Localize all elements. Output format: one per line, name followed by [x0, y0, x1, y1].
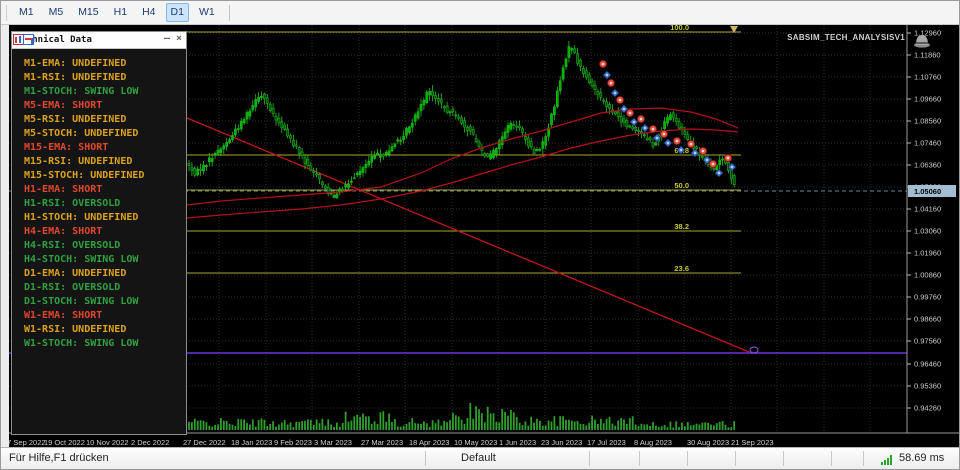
svg-text:10 May 2023: 10 May 2023	[454, 438, 497, 447]
toolbar-grip[interactable]	[6, 4, 7, 21]
svg-text:19 Oct 2022: 19 Oct 2022	[44, 438, 85, 447]
indicator-row-h4-rsi: H4-RSI: OVERSOLD	[24, 240, 121, 251]
status-divider	[783, 451, 784, 466]
indicator-row-h4-stoch: H4-STOCH: SWING LOW	[24, 254, 139, 265]
toolbar-separator	[228, 4, 230, 21]
svg-text:0.99760: 0.99760	[914, 293, 941, 302]
indicator-row-m1-rsi: M1-RSI: UNDEFINED	[24, 72, 127, 83]
indicator-row-w1-ema: W1-EMA: SHORT	[24, 310, 103, 321]
timeframe-button-h4[interactable]: H4	[137, 3, 160, 22]
status-divider	[589, 451, 590, 466]
svg-text:38.2: 38.2	[674, 222, 689, 231]
svg-text:27 Dec 2022: 27 Dec 2022	[183, 438, 226, 447]
svg-text:0.94260: 0.94260	[914, 404, 941, 413]
indicator-row-h4-ema: H4-EMA: SHORT	[24, 226, 103, 237]
indicator-row-h1-rsi: H1-RSI: OVERSOLD	[24, 198, 121, 209]
timeframe-button-m1[interactable]: M1	[14, 3, 39, 22]
svg-text:1.12960: 1.12960	[914, 29, 941, 38]
svg-text:50.0: 50.0	[674, 181, 689, 190]
panel-titlebar[interactable]: Technical Data – ×	[12, 32, 186, 49]
svg-text:1.08560: 1.08560	[914, 117, 941, 126]
status-divider	[687, 451, 688, 466]
indicator-row-d1-rsi: D1-RSI: OVERSOLD	[24, 282, 121, 293]
indicator-row-m1-stoch: M1-STOCH: SWING LOW	[24, 86, 139, 97]
indicator-row-m5-ema: M5-EMA: SHORT	[24, 100, 103, 111]
indicator-row-m15-stoch: M15-STOCH: UNDEFINED	[24, 170, 145, 181]
svg-text:0.98660: 0.98660	[914, 315, 941, 324]
status-latency: 58.69 ms	[899, 452, 945, 464]
svg-text:23.6: 23.6	[674, 264, 689, 273]
status-bar: Für Hilfe,F1 drücken Default 58.69 ms	[1, 447, 959, 469]
status-divider	[425, 451, 426, 466]
indicator-row-d1-ema: D1-EMA: UNDEFINED	[24, 268, 127, 279]
status-divider	[831, 451, 832, 466]
svg-text:1.07460: 1.07460	[914, 139, 941, 148]
timeframe-button-h1[interactable]: H1	[109, 3, 132, 22]
current-price-value: 1.05060	[914, 187, 941, 196]
svg-text:8 Aug 2023: 8 Aug 2023	[634, 438, 672, 447]
timeframe-button-m15[interactable]: M15	[73, 3, 103, 22]
svg-text:1.06360: 1.06360	[914, 161, 941, 170]
indicator-row-w1-stoch: W1-STOCH: SWING LOW	[24, 338, 139, 349]
svg-text:17 Jul 2023: 17 Jul 2023	[587, 438, 626, 447]
svg-text:21 Sep 2023: 21 Sep 2023	[731, 438, 774, 447]
svg-text:9 Feb 2023: 9 Feb 2023	[274, 438, 312, 447]
indicator-row-d1-stoch: D1-STOCH: SWING LOW	[24, 296, 139, 307]
close-icon[interactable]: ×	[176, 31, 182, 47]
svg-text:100.0: 100.0	[670, 25, 689, 32]
indicator-row-m15-rsi: M15-RSI: UNDEFINED	[24, 156, 133, 167]
indicator-row-w1-rsi: W1-RSI: UNDEFINED	[24, 324, 127, 335]
svg-text:18 Apr 2023: 18 Apr 2023	[409, 438, 449, 447]
svg-text:27 Mar 2023: 27 Mar 2023	[361, 438, 403, 447]
svg-text:1.00860: 1.00860	[914, 271, 941, 280]
svg-text:27 Sep 2022: 27 Sep 2022	[9, 438, 46, 447]
indicator-row-m5-rsi: M5-RSI: UNDEFINED	[24, 114, 127, 125]
svg-text:1.10760: 1.10760	[914, 73, 941, 82]
svg-text:1.03060: 1.03060	[914, 227, 941, 236]
svg-text:1.01960: 1.01960	[914, 249, 941, 258]
indicator-row-m5-stoch: M5-STOCH: UNDEFINED	[24, 128, 139, 139]
svg-text:2 Dec 2022: 2 Dec 2022	[131, 438, 169, 447]
svg-text:1 Jun 2023: 1 Jun 2023	[499, 438, 536, 447]
status-profile[interactable]: Default	[461, 452, 496, 464]
svg-text:1.04160: 1.04160	[914, 205, 941, 214]
status-divider	[863, 451, 864, 466]
status-divider	[639, 451, 640, 466]
ea-name-label: SABSIM_TECH_ANALYSISV1	[787, 33, 905, 42]
indicator-row-h1-ema: H1-EMA: SHORT	[24, 184, 103, 195]
technical-data-panel[interactable]: Technical Data – × M1-EMA: UNDEFINED M1-R…	[11, 31, 187, 435]
indicator-row-m1-ema: M1-EMA: UNDEFINED	[24, 58, 127, 69]
timeframe-button-d1[interactable]: D1	[165, 3, 189, 22]
chart-doc-icon	[23, 34, 34, 45]
indicator-row-h1-stoch: H1-STOCH: UNDEFINED	[24, 212, 139, 223]
indicator-row-m15-ema: M15-EMA: SHORT	[24, 142, 109, 153]
svg-text:0.96460: 0.96460	[914, 360, 941, 369]
time-axis[interactable]: 27 Sep 202219 Oct 202210 Nov 20222 Dec 2…	[9, 438, 774, 447]
svg-text:23 Jun 2023: 23 Jun 2023	[541, 438, 582, 447]
svg-text:0.95360: 0.95360	[914, 382, 941, 391]
connection-signal-icon	[881, 455, 895, 465]
timeframe-button-m5[interactable]: M5	[44, 3, 69, 22]
terminal-window: M1M5M15H1H4D1W1 100.061.850.038.223.61.1…	[0, 0, 960, 470]
svg-text:0.97560: 0.97560	[914, 337, 941, 346]
svg-text:1.11860: 1.11860	[914, 51, 941, 60]
svg-text:3 Mar 2023: 3 Mar 2023	[314, 438, 352, 447]
panel-body: M1-EMA: UNDEFINED M1-RSI: UNDEFINED M1-STO…	[12, 49, 186, 351]
status-help-text: Für Hilfe,F1 drücken	[9, 452, 109, 464]
minimize-icon[interactable]: –	[164, 31, 170, 47]
status-divider	[735, 451, 736, 466]
svg-text:18 Jan 2023: 18 Jan 2023	[231, 438, 272, 447]
svg-text:10 Nov 2022: 10 Nov 2022	[86, 438, 129, 447]
svg-text:1.09660: 1.09660	[914, 95, 941, 104]
timeframe-button-w1[interactable]: W1	[194, 3, 220, 22]
timeframe-toolbar: M1 M5 M15 H1 H4 D1 W1	[1, 1, 959, 25]
svg-text:30 Aug 2023: 30 Aug 2023	[687, 438, 729, 447]
